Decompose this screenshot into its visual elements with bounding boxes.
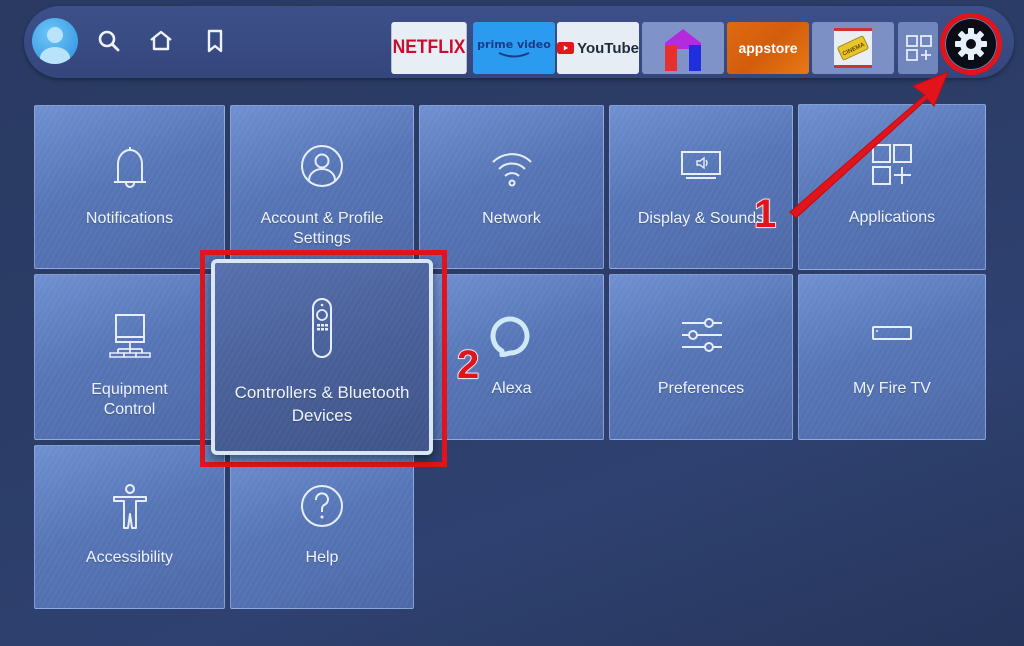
tile-label: Preferences [657,380,745,397]
tile-label-line1: Account & Profile [260,210,384,227]
tile-label: Account & Profile Settings [231,209,413,249]
profile-avatar[interactable] [32,18,78,64]
app-cinema-hd[interactable]: CINEMA [812,22,894,74]
tile-equipment-control[interactable]: Equipment Control [34,274,225,440]
tile-display-sounds[interactable]: Display & Sounds [609,105,793,269]
top-navigation-bar: NETFLIX prime video YouTube appstore CIN… [24,6,1014,78]
tile-label: Help [305,549,339,566]
home-icon [150,30,172,51]
tile-label-line2: Devices [291,406,353,425]
bell-icon [110,144,150,196]
app-netflix[interactable]: NETFLIX [391,22,467,74]
display-sound-icon [680,150,722,184]
tile-my-fire-tv[interactable]: My Fire TV [798,274,986,440]
tile-accessibility[interactable]: Accessibility [34,445,225,609]
wifi-icon [491,148,533,192]
netflix-logo: NETFLIX [392,37,466,58]
appstore-logo: appstore [738,40,798,56]
settings-button[interactable] [940,13,1002,75]
tile-label: My Fire TV [853,380,931,397]
tile-label: Equipment Control [35,380,224,420]
apps-grid-icon [871,143,913,191]
help-circle-icon [300,484,344,532]
prime-smile-icon [498,51,530,57]
tile-label: Applications [848,209,936,226]
tile-label: Network [482,210,541,227]
remote-icon [311,297,333,363]
tile-account-profile-settings[interactable]: Account & Profile Settings [230,105,414,269]
tile-label: Accessibility [85,549,174,566]
prime-video-logo: prime video [477,37,551,51]
bookmark-icon [207,29,223,53]
tile-notifications[interactable]: Notifications [34,105,225,269]
apps-grid-icon [906,35,932,61]
tile-label: Controllers & Bluetooth Devices [215,381,429,427]
app-youtube[interactable]: YouTube [557,22,639,74]
tile-applications[interactable]: Applications [798,104,986,270]
alexa-ring-icon [490,313,530,361]
search-button[interactable] [96,28,122,54]
tile-label-line2: Settings [293,230,351,247]
youtube-logo: YouTube [577,39,639,57]
sliders-icon [680,315,722,359]
all-apps-button[interactable] [898,22,938,74]
cinema-ticket-icon: CINEMA [834,28,872,68]
step-1-label: 1 [753,191,777,237]
tile-help[interactable]: Help [230,445,414,609]
gear-icon [955,28,987,60]
home-button[interactable] [148,28,174,54]
app-mobdro[interactable] [642,22,724,74]
tile-label: Alexa [491,380,532,397]
watchlist-button[interactable] [202,28,228,54]
user-circle-icon [300,144,344,192]
mobdro-logo-icon [665,29,701,71]
tile-network[interactable]: Network [419,105,604,269]
tile-label-line2: Control [103,401,156,418]
tile-label: Notifications [85,210,174,227]
computer-icon [108,313,152,363]
tile-label-line1: Controllers & Bluetooth [234,383,410,402]
profile-avatar-icon [40,27,70,64]
tile-preferences[interactable]: Preferences [609,274,793,440]
tile-controllers-bluetooth-devices[interactable]: Controllers & Bluetooth Devices [211,259,433,455]
app-prime-video[interactable]: prime video [473,22,555,74]
search-icon [98,30,120,52]
accessibility-icon [112,484,148,534]
step-2-label: 2 [456,342,480,388]
fire-tv-device-icon [871,325,913,345]
youtube-play-icon [557,42,575,54]
app-appstore[interactable]: appstore [727,22,809,74]
tile-label-line1: Equipment [91,381,168,398]
